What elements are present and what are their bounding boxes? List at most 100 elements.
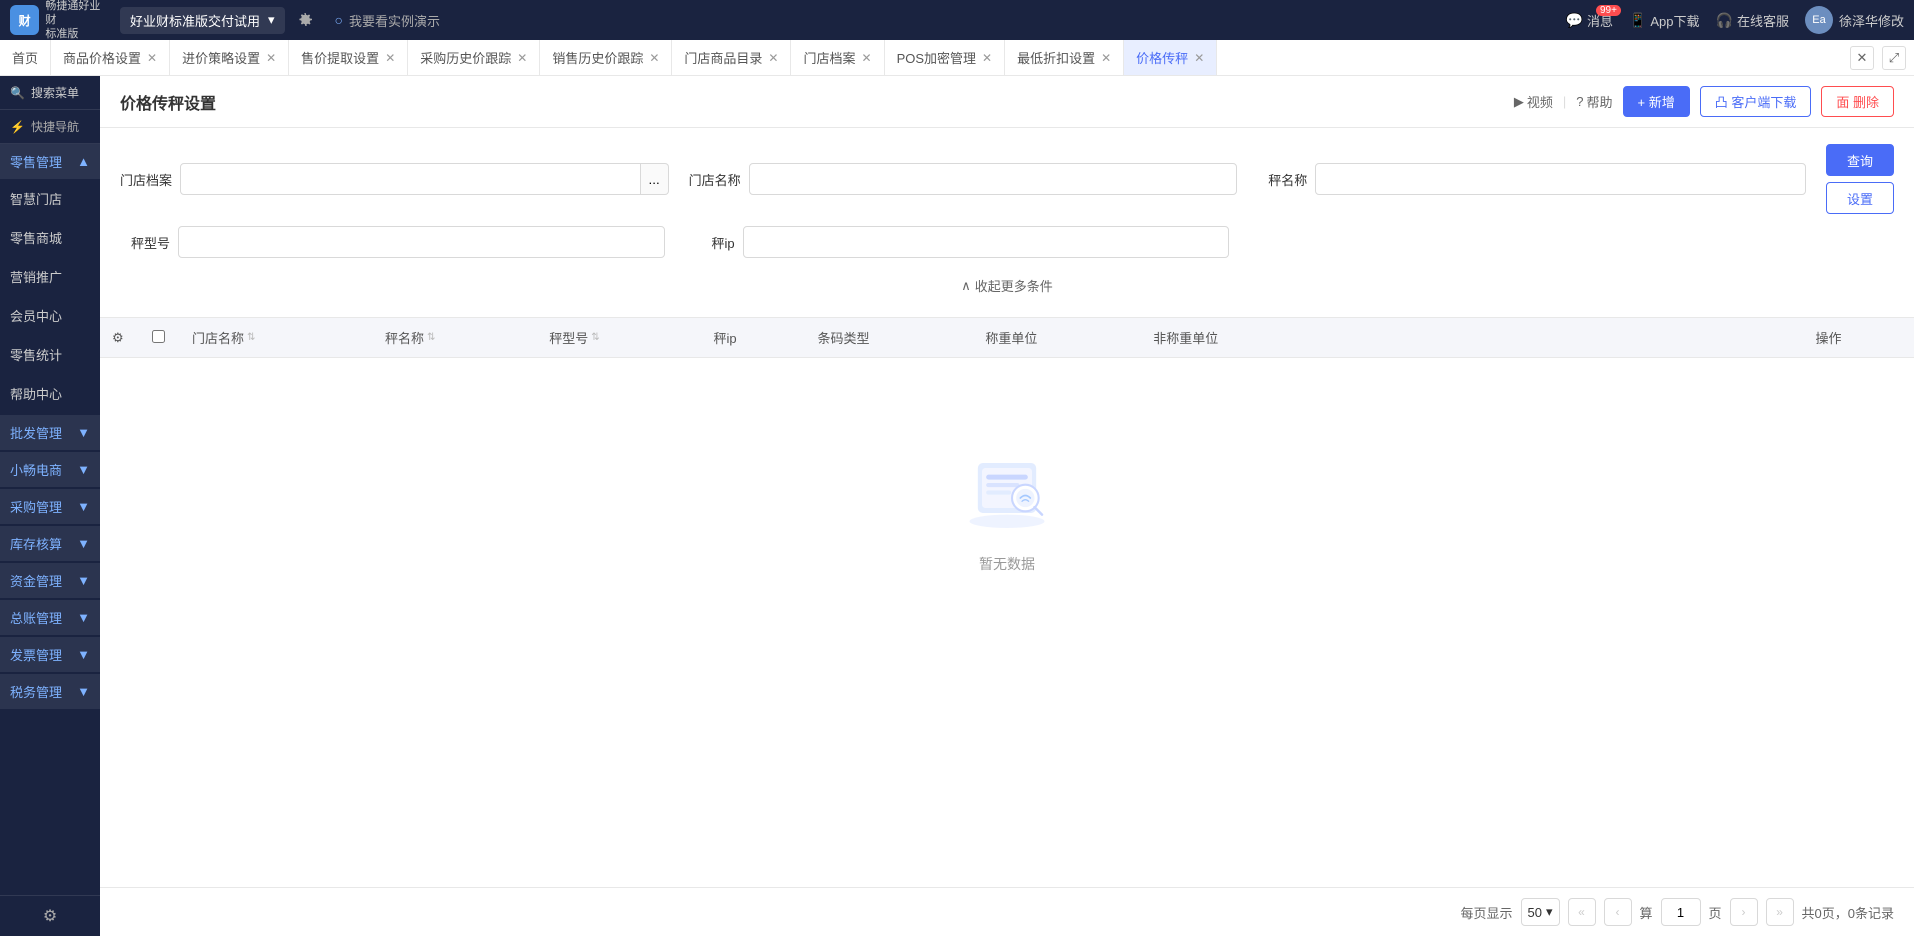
close-tab-price-settings[interactable]: ✕ xyxy=(147,51,157,65)
close-tab-store-profile[interactable]: ✕ xyxy=(862,51,872,65)
close-tab-price-scale[interactable]: ✕ xyxy=(1194,51,1204,65)
collapse-btn[interactable]: ∧ 收起更多条件 xyxy=(961,276,1053,295)
store-profile-input[interactable] xyxy=(180,163,641,195)
close-tab-pos-management[interactable]: ✕ xyxy=(982,51,992,65)
page-input[interactable] xyxy=(1661,898,1701,926)
close-tab-store-catalog[interactable]: ✕ xyxy=(768,51,778,65)
scale-model-label: 秤型号 xyxy=(120,233,170,252)
sidebar: 🔍 搜索菜单 ⚡ 快捷导航 零售管理 ▲ 智慧门店 零售商城 营销推广 会员中心… xyxy=(0,76,100,936)
scale-name-input[interactable] xyxy=(1315,163,1806,195)
chevron-up-icon: ▲ xyxy=(77,154,90,169)
sort-icon-store-name[interactable]: ⇅ xyxy=(247,332,255,343)
tab-sale-price[interactable]: 售价提取设置 ✕ xyxy=(289,40,408,76)
sort-icon-scale-model[interactable]: ⇅ xyxy=(591,332,599,343)
close-tab-sale-history[interactable]: ✕ xyxy=(649,51,659,65)
top-bar: 财 畅捷通好业财 标准版 好业财标准版交付试用 ▾ ○ 我要看实例演示 💬 消息… xyxy=(0,0,1914,40)
version-selector[interactable]: 好业财标准版交付试用 ▾ xyxy=(120,7,285,34)
select-all-checkbox[interactable] xyxy=(152,330,165,343)
sidebar-section-finance[interactable]: 资金管理 ▼ xyxy=(0,563,100,598)
close-all-tabs-btn[interactable]: ✕ xyxy=(1850,46,1874,70)
sidebar-section-ecommerce[interactable]: 小畅电商 ▼ xyxy=(0,452,100,487)
tab-purchase-history[interactable]: 采购历史价跟踪 ✕ xyxy=(408,40,540,76)
th-checkbox[interactable] xyxy=(140,318,180,358)
help-link[interactable]: ? 帮助 xyxy=(1576,92,1612,111)
first-page-btn[interactable]: « xyxy=(1568,898,1596,926)
next-page-btn[interactable]: › xyxy=(1730,898,1758,926)
th-scale-ip: 秤ip xyxy=(702,318,806,358)
tab-purchase-strategy[interactable]: 进价策略设置 ✕ xyxy=(170,40,289,76)
sidebar-search[interactable]: 🔍 搜索菜单 xyxy=(0,76,100,110)
chevron-down-icon3: ▼ xyxy=(77,499,90,514)
quick-nav-icon: ⚡ xyxy=(10,120,25,134)
tab-home[interactable]: 首页 xyxy=(0,40,51,76)
close-tab-sale-price[interactable]: ✕ xyxy=(385,51,395,65)
empty-text: 暂无数据 xyxy=(979,554,1035,574)
tab-price-scale[interactable]: 价格传秤 ✕ xyxy=(1124,40,1217,76)
tab-price-settings[interactable]: 商品价格设置 ✕ xyxy=(51,40,170,76)
prev-page-btn[interactable]: ‹ xyxy=(1604,898,1632,926)
chevron-down-icon4: ▼ xyxy=(77,536,90,551)
sidebar-section-invoice[interactable]: 发票管理 ▼ xyxy=(0,637,100,672)
sidebar-section-retail[interactable]: 零售管理 ▲ xyxy=(0,144,100,179)
tab-min-discount[interactable]: 最低折扣设置 ✕ xyxy=(1005,40,1124,76)
close-tab-min-discount[interactable]: ✕ xyxy=(1101,51,1111,65)
th-barcode-type: 条码类型 xyxy=(806,318,974,358)
query-btn[interactable]: 查询 xyxy=(1826,144,1894,176)
sidebar-section-purchase[interactable]: 采购管理 ▼ xyxy=(0,489,100,524)
scale-ip-input[interactable] xyxy=(743,226,1230,258)
filter-scale-ip: 秤ip xyxy=(685,226,1230,258)
sort-icon-scale-name[interactable]: ⇅ xyxy=(427,332,435,343)
user-info[interactable]: Ea 徐泽华修改 xyxy=(1805,6,1904,34)
settings-icon[interactable] xyxy=(291,6,319,34)
expand-tabs-btn[interactable]: ⤢ xyxy=(1882,46,1906,70)
sidebar-section-tax[interactable]: 税务管理 ▼ xyxy=(0,674,100,709)
delete-btn[interactable]: 面 删除 xyxy=(1821,86,1894,117)
logo-text: 畅捷通好业财 标准版 xyxy=(45,0,110,41)
top-bar-right: 💬 消息 99+ 📱 App下载 🎧 在线客服 Ea 徐泽华修改 xyxy=(1566,6,1905,34)
filter-area: 门店档案 ... 门店名称 秤名称 查询 设置 xyxy=(100,128,1914,318)
download-btn[interactable]: 凸 客户端下载 xyxy=(1700,86,1812,117)
search-icon: 🔍 xyxy=(10,86,25,100)
tab-store-profile[interactable]: 门店档案 ✕ xyxy=(791,40,884,76)
add-btn[interactable]: + 新增 xyxy=(1623,86,1690,117)
messages-btn[interactable]: 💬 消息 99+ xyxy=(1566,11,1613,30)
sidebar-section-wholesale[interactable]: 批发管理 ▼ xyxy=(0,415,100,450)
online-service-btn[interactable]: 🎧 在线客服 xyxy=(1716,11,1789,30)
video-link[interactable]: ▶ 视频 xyxy=(1514,92,1553,111)
store-name-label: 门店名称 xyxy=(689,170,741,189)
tab-sale-history[interactable]: 销售历史价跟踪 ✕ xyxy=(540,40,672,76)
per-page-select[interactable]: 50 ▾ xyxy=(1521,898,1560,926)
sidebar-settings-btn[interactable]: ⚙ xyxy=(43,906,57,926)
store-name-input[interactable] xyxy=(749,163,1238,195)
th-gear[interactable]: ⚙ xyxy=(100,318,140,358)
last-page-btn[interactable]: » xyxy=(1766,898,1794,926)
close-tab-purchase-strategy[interactable]: ✕ xyxy=(266,51,276,65)
sidebar-item-marketing[interactable]: 营销推广 xyxy=(0,257,100,296)
collapse-row: ∧ 收起更多条件 xyxy=(120,270,1894,301)
filter-settings-btn[interactable]: 设置 xyxy=(1826,182,1894,214)
video-icon: ▶ xyxy=(1514,94,1524,110)
empty-illustration xyxy=(957,438,1057,538)
chevron-down-icon: ▾ xyxy=(268,12,275,28)
tab-pos-management[interactable]: POS加密管理 ✕ xyxy=(885,40,1006,76)
sidebar-item-member[interactable]: 会员中心 xyxy=(0,296,100,335)
th-store-name: 门店名称 ⇅ xyxy=(180,318,373,358)
close-tab-purchase-history[interactable]: ✕ xyxy=(517,51,527,65)
sidebar-item-help-center[interactable]: 帮助中心 xyxy=(0,374,100,413)
demo-action[interactable]: ○ 我要看实例演示 xyxy=(335,11,440,30)
store-profile-dots-btn[interactable]: ... xyxy=(641,163,669,195)
sidebar-item-smart-store[interactable]: 智慧门店 xyxy=(0,179,100,218)
filter-row-2: 秤型号 秤ip xyxy=(120,226,1894,258)
tab-store-catalog[interactable]: 门店商品目录 ✕ xyxy=(672,40,791,76)
sidebar-quick-nav[interactable]: ⚡ 快捷导航 xyxy=(0,110,100,144)
table-header-row: ⚙ 门店名称 ⇅ xyxy=(100,318,1914,358)
sidebar-item-retail-stats[interactable]: 零售统计 xyxy=(0,335,100,374)
app-download-btn[interactable]: 📱 App下载 xyxy=(1629,11,1700,30)
sidebar-bottom: ⚙ xyxy=(0,895,100,936)
page-header: 价格传秤设置 ▶ 视频 | ? 帮助 + 新增 凸 客户端下载 面 删除 xyxy=(100,76,1914,128)
scale-model-input[interactable] xyxy=(178,226,665,258)
th-weight-unit: 称重单位 xyxy=(973,318,1141,358)
sidebar-item-retail-mall[interactable]: 零售商城 xyxy=(0,218,100,257)
sidebar-section-inventory[interactable]: 库存核算 ▼ xyxy=(0,526,100,561)
sidebar-section-ledger[interactable]: 总账管理 ▼ xyxy=(0,600,100,635)
